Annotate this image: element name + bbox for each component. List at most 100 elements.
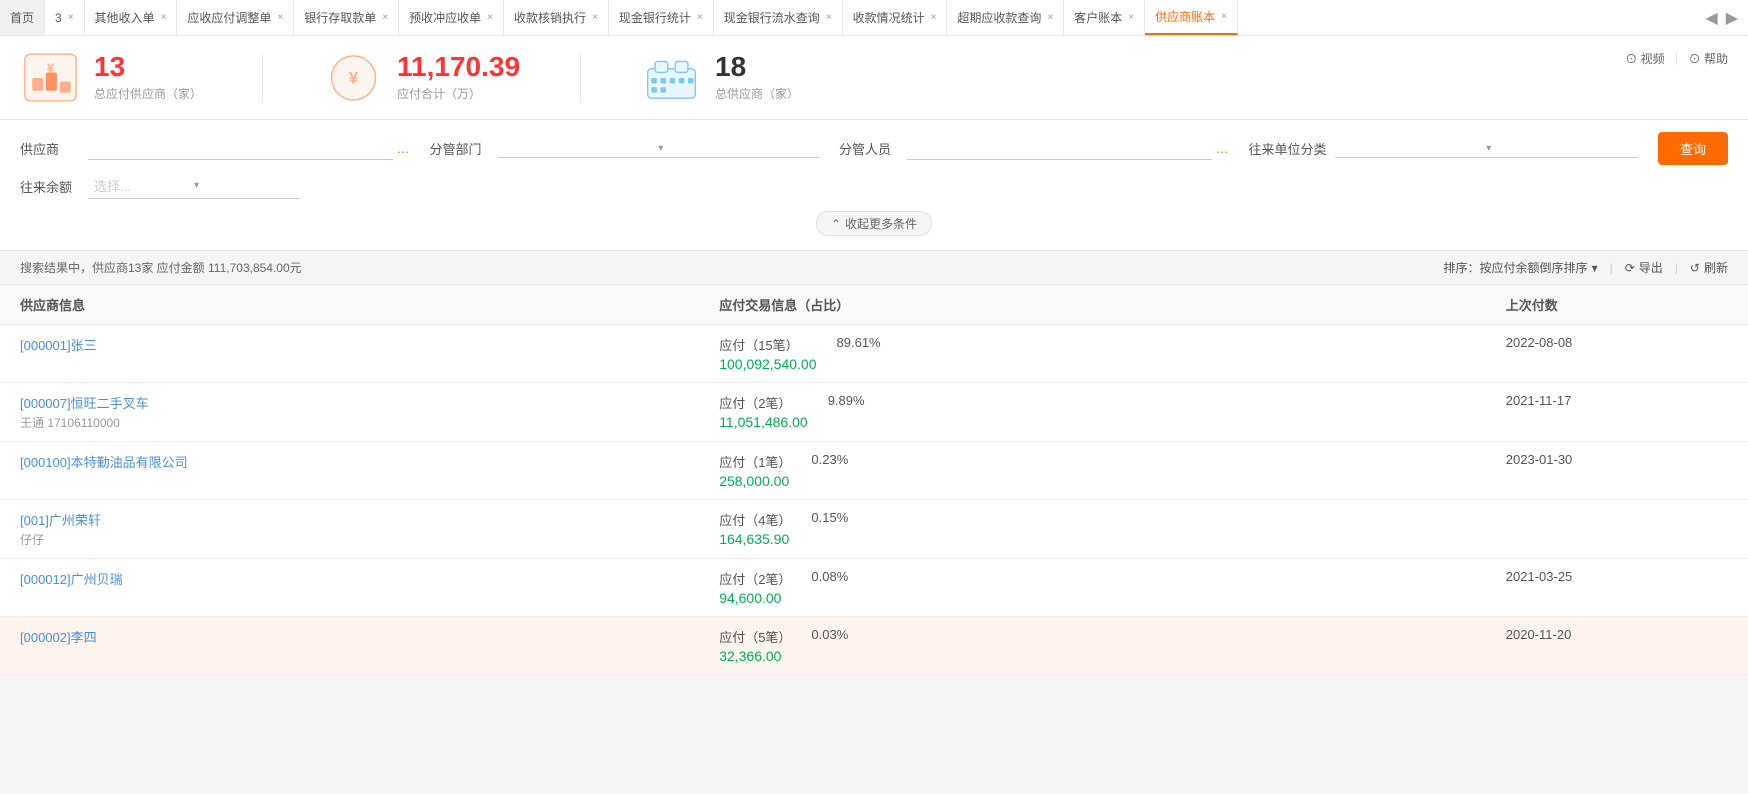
filter-person: 分管人员 … xyxy=(839,138,1229,160)
tab-customer-ledger[interactable]: 客户账本 × xyxy=(1064,0,1145,35)
balance-select[interactable]: 选择... ▾ xyxy=(88,173,300,199)
tab-supplier-ledger[interactable]: 供应商账本 × xyxy=(1145,0,1238,35)
tab-receipt-exec[interactable]: 收款核销执行 × xyxy=(504,0,609,35)
txn-amount[interactable]: 94,600.00 xyxy=(719,590,791,606)
supplier-sub-info: 王通 17106110000 xyxy=(20,414,679,431)
tab-home[interactable]: 首页 xyxy=(0,0,45,35)
close-tab-prepay-offset[interactable]: × xyxy=(487,12,493,23)
tab-cash-bank-stats[interactable]: 现金银行统计 × xyxy=(609,0,714,35)
top-right-links: ⊙ 视频 ｜ ⊙ 帮助 xyxy=(1625,50,1728,67)
close-tab-overdue-ar[interactable]: × xyxy=(1047,12,1053,23)
stat-divider-1 xyxy=(262,53,263,103)
export-button[interactable]: ⟳ 导出 xyxy=(1625,259,1663,276)
supplier-link[interactable]: [000007]恒旺二手叉车 xyxy=(20,396,149,411)
txn-amount[interactable]: 32,366.00 xyxy=(719,648,791,664)
tab-cash-bank-flow[interactable]: 现金银行流水查询 × xyxy=(714,0,843,35)
close-tab-supplier-ledger[interactable]: × xyxy=(1221,11,1227,22)
tab-other-income-label: 其他收入单 xyxy=(95,9,155,26)
query-button[interactable]: 查询 xyxy=(1658,132,1728,165)
last-pay-cell: 2021-11-17 xyxy=(1486,383,1748,442)
result-actions: 排序：按应付余额倒序排序 ▾ | ⟳ 导出 | ↺ 刷新 xyxy=(1444,259,1728,276)
txn-cell: 应付（4笔）164,635.900.15% xyxy=(699,500,1486,559)
table-row: [000100]本特勤油品有限公司应付（1笔）258,000.000.23%20… xyxy=(0,442,1748,500)
txn-percentage: 0.08% xyxy=(791,569,848,584)
collapse-button[interactable]: ⌃ 收起更多条件 xyxy=(816,211,932,236)
table-header: 供应商信息 应付交易信息（占比） 上次付数 xyxy=(0,285,1748,325)
tab-overdue-ar[interactable]: 超期应收款查询 × xyxy=(947,0,1064,35)
supplier-dots-btn[interactable]: … xyxy=(397,141,410,156)
col-txn-info: 应付交易信息（占比） xyxy=(699,285,1486,325)
txn-amount[interactable]: 100,092,540.00 xyxy=(719,356,816,372)
links-divider: ｜ xyxy=(1671,50,1683,67)
close-tab-receipt-exec[interactable]: × xyxy=(592,12,598,23)
txn-amount-block: 应付（15笔） 100,092,540.00 xyxy=(719,335,816,372)
filter-area: 供应商 … 分管部门 ▾ 分管人员 … 往来单位分类 ▾ 查询 往来余额 xyxy=(0,120,1748,251)
txn-amount[interactable]: 164,635.90 xyxy=(719,531,791,547)
total-suppliers-number: 18 xyxy=(715,53,799,81)
txn-amount-block: 应付（4笔）164,635.90 xyxy=(719,510,791,547)
help-link[interactable]: ⊙ 帮助 xyxy=(1689,50,1728,67)
close-tab-3[interactable]: × xyxy=(68,12,74,23)
close-tab-cash-bank-stats[interactable]: × xyxy=(697,12,703,23)
stat-payable-suppliers: ¥ 13 总应付供应商（家） xyxy=(20,50,202,105)
close-tab-customer-ledger[interactable]: × xyxy=(1128,12,1134,23)
last-pay-cell: 2022-08-08 xyxy=(1486,325,1748,383)
txn-label: 应付（5笔） xyxy=(719,627,791,646)
category-filter-label: 往来单位分类 xyxy=(1249,139,1327,158)
supplier-input[interactable] xyxy=(88,138,393,160)
last-pay-cell xyxy=(1486,500,1748,559)
close-tab-receipt-stats[interactable]: × xyxy=(931,12,937,23)
tab-bank-deposit[interactable]: 银行存取款单 × xyxy=(294,0,399,35)
person-dots-btn[interactable]: … xyxy=(1216,141,1229,156)
tab-3-label: 3 xyxy=(55,11,62,25)
tab-3[interactable]: 3 × xyxy=(45,0,85,35)
sort-button[interactable]: 排序：按应付余额倒序排序 ▾ xyxy=(1444,259,1598,276)
txn-label: 应付（15笔） xyxy=(719,335,816,354)
tab-prepay-offset[interactable]: 预收冲应收单 × xyxy=(399,0,504,35)
txn-amount[interactable]: 258,000.00 xyxy=(719,473,791,489)
tab-ar-ap-adjust[interactable]: 应收应付调整单 × xyxy=(177,0,294,35)
supplier-cell: [001]广州荣轩仔仔 xyxy=(0,500,699,559)
supplier-link[interactable]: [000012]广州贝瑞 xyxy=(20,572,123,587)
table-header-row: 供应商信息 应付交易信息（占比） 上次付数 xyxy=(0,285,1748,325)
refresh-button[interactable]: ↺ 刷新 xyxy=(1690,259,1728,276)
supplier-cell: [000100]本特勤油品有限公司 xyxy=(0,442,699,500)
total-suppliers-label: 总供应商（家） xyxy=(715,85,799,102)
svg-text:¥: ¥ xyxy=(348,69,358,87)
result-info: 搜索结果中，供应商13家 应付金额 111,703,854.00元 xyxy=(20,259,302,276)
tab-receipt-stats[interactable]: 收款情况统计 × xyxy=(843,0,948,35)
nav-next-arrow[interactable]: ▶ xyxy=(1722,6,1742,30)
person-input[interactable] xyxy=(907,138,1212,160)
export-label: 导出 xyxy=(1639,259,1663,276)
txn-label: 应付（1笔） xyxy=(719,452,791,471)
last-pay-cell: 2020-11-20 xyxy=(1486,617,1748,675)
close-tab-ar-ap-adjust[interactable]: × xyxy=(277,12,283,23)
txn-amount[interactable]: 11,051,486.00 xyxy=(719,414,808,430)
nav-prev-arrow[interactable]: ◀ xyxy=(1701,6,1721,30)
category-select[interactable]: ▾ xyxy=(1335,140,1638,158)
video-link[interactable]: ⊙ 视频 xyxy=(1625,50,1664,67)
supplier-cell: [000001]张三 xyxy=(0,325,699,383)
supplier-sub-info: 仔仔 xyxy=(20,531,679,548)
stats-bar: ¥ 13 总应付供应商（家） ¥ 11,170.39 应付合计（万） xyxy=(0,36,1748,120)
export-icon: ⟳ xyxy=(1625,261,1635,275)
tab-ar-ap-adjust-label: 应收应付调整单 xyxy=(187,9,271,26)
supplier-link[interactable]: [001]广州荣轩 xyxy=(20,513,101,528)
tab-other-income[interactable]: 其他收入单 × xyxy=(85,0,178,35)
supplier-link[interactable]: [000002]李四 xyxy=(20,630,97,645)
dept-select[interactable]: ▾ xyxy=(498,140,820,158)
tab-prepay-offset-label: 预收冲应收单 xyxy=(409,9,481,26)
filter-row-1: 供应商 … 分管部门 ▾ 分管人员 … 往来单位分类 ▾ 查询 xyxy=(20,132,1728,165)
close-tab-other-income[interactable]: × xyxy=(161,12,167,23)
supplier-link[interactable]: [000001]张三 xyxy=(20,338,97,353)
supplier-table: 供应商信息 应付交易信息（占比） 上次付数 [000001]张三 应付（15笔） 1… xyxy=(0,285,1748,675)
supplier-link[interactable]: [000100]本特勤油品有限公司 xyxy=(20,455,188,470)
txn-cell: 应付（5笔）32,366.000.03% xyxy=(699,617,1486,675)
table-row: [001]广州荣轩仔仔应付（4笔）164,635.900.15% xyxy=(0,500,1748,559)
payable-amount-number: 11,170.39 xyxy=(397,53,520,81)
refresh-icon: ↺ xyxy=(1690,261,1700,275)
close-tab-cash-bank-flow[interactable]: × xyxy=(826,12,832,23)
data-table-wrap: 供应商信息 应付交易信息（占比） 上次付数 [000001]张三 应付（15笔） 1… xyxy=(0,285,1748,675)
close-tab-bank-deposit[interactable]: × xyxy=(382,12,388,23)
payable-suppliers-label: 总应付供应商（家） xyxy=(94,85,202,102)
